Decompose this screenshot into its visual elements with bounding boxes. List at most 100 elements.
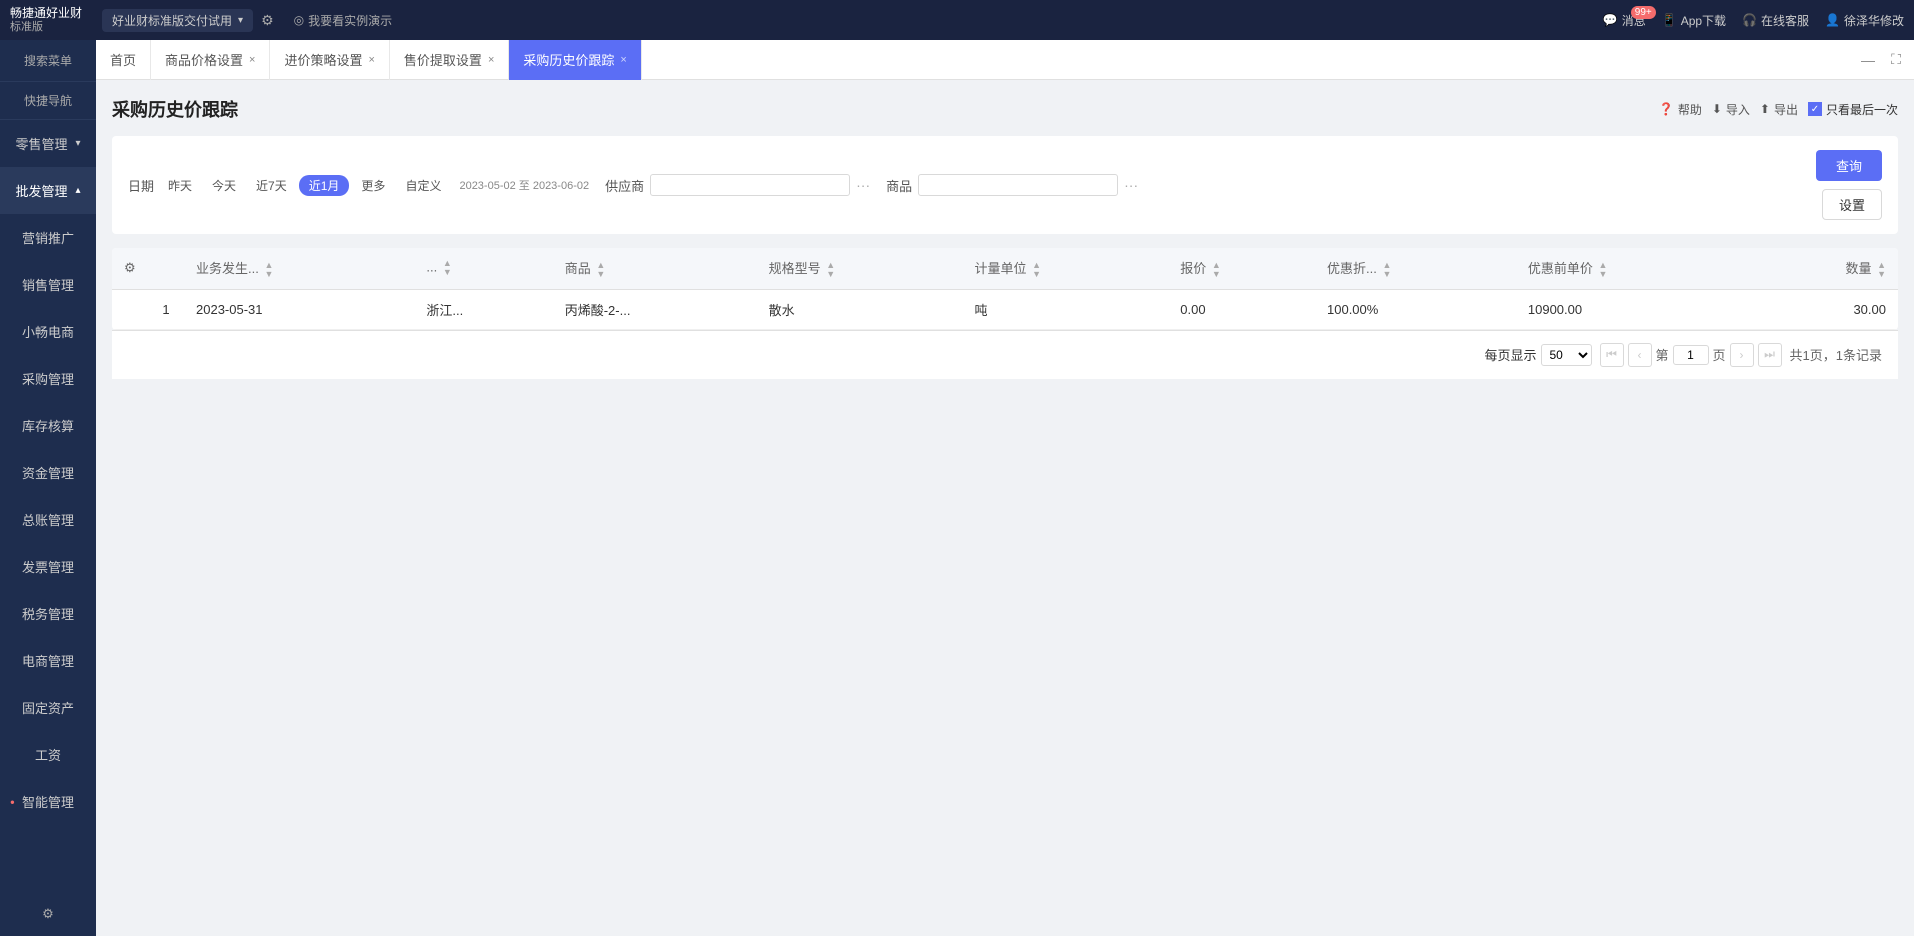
tab-expand-button[interactable]: ⛶ [1882, 46, 1910, 74]
edition-selector[interactable]: 好业财标准版交付试用 ▾ [102, 9, 253, 32]
sidebar-item-sales[interactable]: 销售管理 [0, 261, 96, 308]
import-button[interactable]: ⬇ 导入 [1712, 101, 1750, 118]
tab-close-icon[interactable]: × [620, 54, 626, 66]
sort-icon: ▲▼ [596, 261, 605, 279]
sidebar-item-tax[interactable]: 税务管理 [0, 590, 96, 637]
prev-page-button[interactable]: ‹ [1628, 343, 1652, 367]
th-unit[interactable]: 计量单位 ▲▼ [962, 248, 1168, 289]
th-spec[interactable]: 规格型号 ▲▼ [757, 248, 963, 289]
date-range-display: 2023-05-02 至 2023-06-02 [459, 177, 589, 193]
date-options: 昨天 今天 近7天 近1月 更多 自定义 [160, 175, 449, 196]
th-date[interactable]: 业务发生... ▲▼ [184, 248, 414, 289]
settings-icon[interactable]: ⚙ [261, 12, 274, 29]
message-icon: 💬 [1603, 13, 1618, 27]
sort-icon: ▲▼ [1032, 261, 1041, 279]
export-button[interactable]: ⬆ 导出 [1760, 101, 1798, 118]
play-icon: ◎ [294, 13, 304, 27]
sidebar-gear-button[interactable]: ⚙ [0, 892, 96, 936]
page-actions: ❓ 帮助 ⬇ 导入 ⬆ 导出 只看最后一次 [1659, 101, 1898, 118]
tab-price[interactable]: 商品价格设置 × [151, 40, 270, 80]
content-area: 首页 商品价格设置 × 进价策略设置 × 售价提取设置 × 采购历史价跟踪 × … [96, 40, 1914, 936]
supplier-label: 供应商 [605, 176, 644, 195]
page-title: 采购历史价跟踪 [112, 96, 238, 122]
tab-minimize-button[interactable]: — [1854, 46, 1882, 74]
sidebar-item-salary[interactable]: 工资 [0, 731, 96, 778]
filter-goods-group: 商品 ··· [886, 174, 1138, 196]
tab-history-price[interactable]: 采购历史价跟踪 × [509, 40, 641, 80]
tab-bar-controls: — ⛶ [1854, 46, 1914, 74]
th-gear[interactable]: ⚙ [112, 248, 148, 289]
page-content: 采购历史价跟踪 ❓ 帮助 ⬇ 导入 ⬆ 导出 [96, 80, 1914, 936]
only-last-checkbox[interactable]: 只看最后一次 [1808, 101, 1898, 118]
sidebar-item-marketing[interactable]: 营销推广 [0, 214, 96, 261]
tab-close-icon[interactable]: × [249, 54, 255, 66]
td-price: 0.00 [1168, 289, 1315, 329]
supplier-input[interactable] [650, 174, 850, 196]
help-icon: ❓ [1659, 102, 1674, 116]
date-opt-more[interactable]: 更多 [353, 175, 393, 196]
last-page-button[interactable]: ⏭ [1758, 343, 1782, 367]
th-goods[interactable]: 商品 ▲▼ [553, 248, 757, 289]
main-layout: 搜索菜单 快捷导航 零售管理 ▾ 批发管理 ▴ 营销推广 销售管理 小畅电商 采… [0, 40, 1914, 936]
app-logo: 畅捷通好业财 标准版 [10, 6, 82, 34]
per-page-label: 每页显示 [1484, 345, 1536, 364]
th-price[interactable]: 报价 ▲▼ [1168, 248, 1315, 289]
sidebar-quick-nav[interactable]: 快捷导航 [0, 82, 96, 120]
sort-icon: ▲▼ [443, 259, 452, 277]
user-profile-button[interactable]: 👤 徐泽华修改 [1825, 12, 1904, 29]
page-nav: ⏮ ‹ 第 页 › ⏭ [1600, 343, 1782, 367]
tab-sale-price[interactable]: 售价提取设置 × [390, 40, 509, 80]
sidebar-item-ecom-small[interactable]: 小畅电商 [0, 308, 96, 355]
supplier-more-icon[interactable]: ··· [856, 177, 870, 193]
date-opt-7days[interactable]: 近7天 [248, 175, 295, 196]
sidebar-item-inventory[interactable]: 库存核算 [0, 402, 96, 449]
message-button[interactable]: 💬 消息 99+ [1603, 12, 1646, 29]
first-page-button[interactable]: ⏮ [1600, 343, 1624, 367]
td-gear [112, 289, 148, 329]
headset-icon: 🎧 [1742, 13, 1757, 27]
td-dots: 浙江... [414, 289, 552, 329]
th-discount[interactable]: 优惠折... ▲▼ [1315, 248, 1516, 289]
th-dots[interactable]: ... ▲▼ [414, 248, 552, 289]
tab-home[interactable]: 首页 [96, 40, 151, 80]
help-button[interactable]: ❓ 帮助 [1659, 101, 1702, 118]
td-discount: 100.00% [1315, 289, 1516, 329]
app-download-button[interactable]: 📱 App下载 [1662, 12, 1726, 29]
sidebar-item-invoice[interactable]: 发票管理 [0, 543, 96, 590]
sidebar-item-finance[interactable]: 资金管理 [0, 449, 96, 496]
per-page-select[interactable]: 50 100 200 [1541, 344, 1592, 366]
chevron-down-icon: ▾ [75, 138, 80, 149]
top-right-actions: 💬 消息 99+ 📱 App下载 🎧 在线客服 👤 徐泽华修改 [1603, 12, 1904, 29]
th-index [148, 248, 184, 289]
user-icon: 👤 [1825, 13, 1840, 27]
sidebar-item-wholesale[interactable]: 批发管理 ▴ [0, 167, 96, 214]
next-page-button[interactable]: › [1730, 343, 1754, 367]
sidebar-item-assets[interactable]: 固定资产 [0, 684, 96, 731]
date-opt-custom[interactable]: 自定义 [397, 175, 449, 196]
query-button[interactable]: 查询 [1816, 150, 1882, 181]
export-icon: ⬆ [1760, 102, 1770, 116]
sidebar-item-retail[interactable]: 零售管理 ▾ [0, 120, 96, 167]
online-service-button[interactable]: 🎧 在线客服 [1742, 12, 1809, 29]
goods-input[interactable] [918, 174, 1118, 196]
demo-button[interactable]: ◎ 我要看实例演示 [294, 12, 393, 29]
sidebar-item-ecom[interactable]: 电商管理 [0, 637, 96, 684]
date-opt-yesterday[interactable]: 昨天 [160, 175, 200, 196]
tab-close-icon[interactable]: × [488, 54, 494, 66]
date-label: 日期 [128, 176, 154, 195]
sidebar-search[interactable]: 搜索菜单 [0, 40, 96, 82]
sidebar-item-purchase[interactable]: 采购管理 [0, 355, 96, 402]
tab-strategy[interactable]: 进价策略设置 × [270, 40, 389, 80]
td-spec: 散水 [757, 289, 963, 329]
date-opt-1month[interactable]: 近1月 [299, 175, 350, 196]
goods-more-icon[interactable]: ··· [1124, 177, 1138, 193]
settings-button[interactable]: 设置 [1822, 189, 1882, 220]
th-before-price[interactable]: 优惠前单价 ▲▼ [1516, 248, 1751, 289]
sidebar-item-ledger[interactable]: 总账管理 [0, 496, 96, 543]
th-qty[interactable]: 数量 ▲▼ [1751, 248, 1898, 289]
total-info: 共1页，1条记录 [1790, 345, 1882, 364]
page-number-input[interactable] [1673, 345, 1709, 365]
tab-close-icon[interactable]: × [368, 54, 374, 66]
date-opt-today[interactable]: 今天 [204, 175, 244, 196]
sidebar-item-smart[interactable]: 智能管理 [0, 778, 96, 825]
